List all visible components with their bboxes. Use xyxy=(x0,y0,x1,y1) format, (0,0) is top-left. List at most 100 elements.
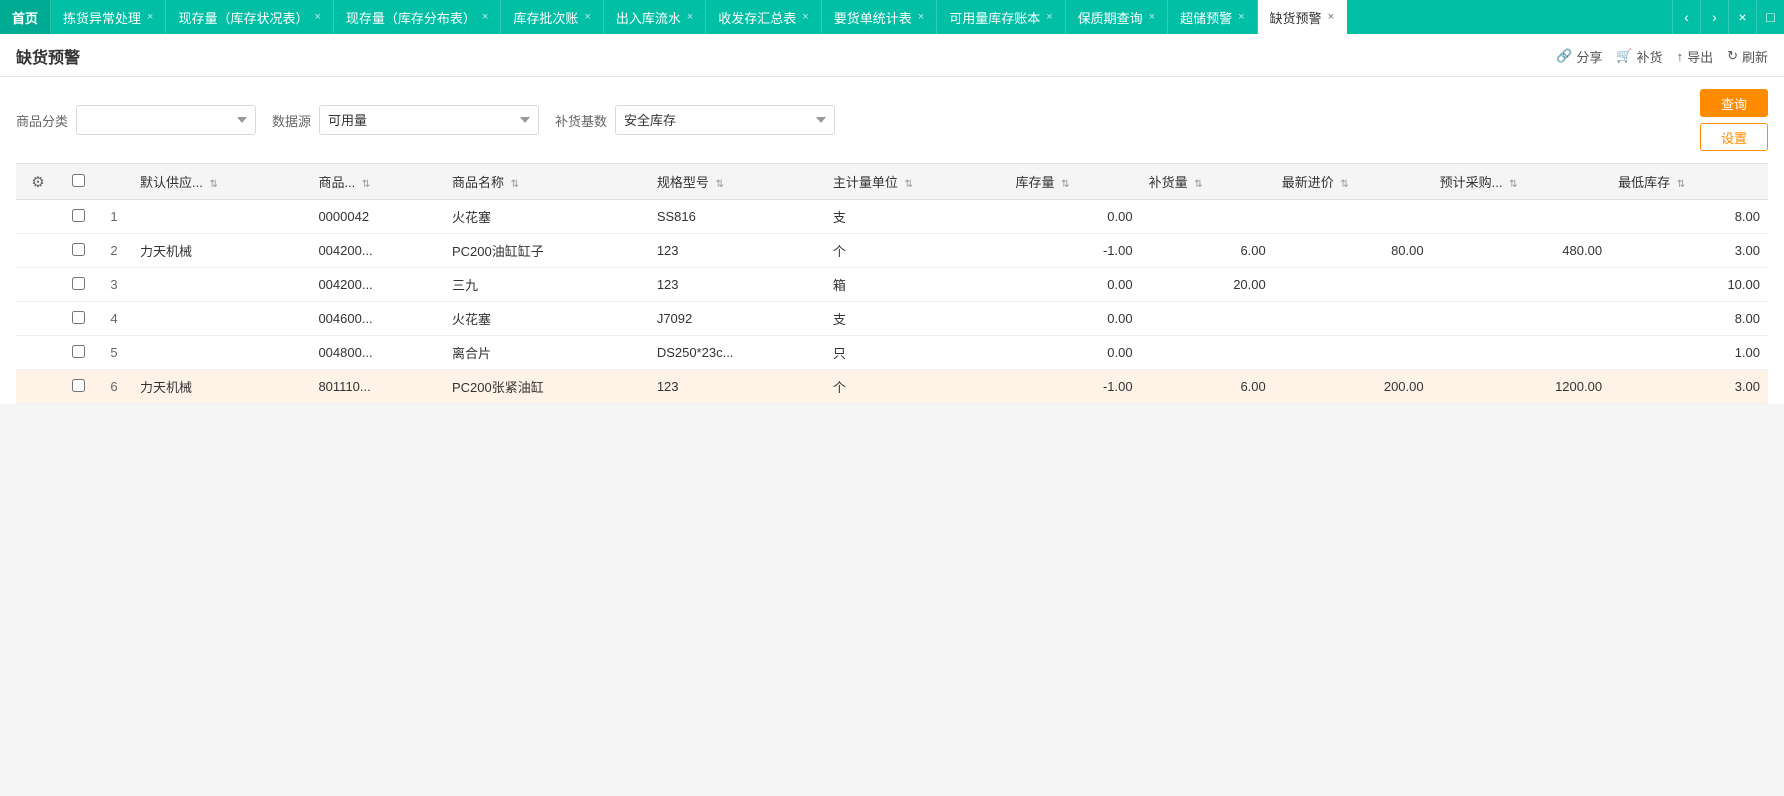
cell-stock: -1.00 xyxy=(1007,370,1140,404)
cell-est-purchase xyxy=(1432,268,1610,302)
row-checkbox[interactable] xyxy=(72,311,85,324)
tab-expiry[interactable]: 保质期查询 × xyxy=(1066,0,1168,34)
category-select[interactable] xyxy=(76,105,256,135)
sort-icon: ⇅ xyxy=(1061,179,1069,190)
close-icon[interactable]: × xyxy=(147,11,153,23)
nav-close-button[interactable]: × xyxy=(1728,0,1756,34)
tab-exception[interactable]: 拣货异常处理 × xyxy=(51,0,166,34)
cell-replenish: 6.00 xyxy=(1141,370,1274,404)
table-row: 5 004800... 离合片 DS250*23c... 只 0.00 1.00 xyxy=(16,336,1768,370)
sort-icon: ⇅ xyxy=(905,179,913,190)
data-table: ⚙ 默认供应... ⇅ 商品... ⇅ 商品名称 xyxy=(16,163,1768,404)
nav-controls: ‹ › × □ xyxy=(1672,0,1784,34)
sort-icon: ⇅ xyxy=(1194,179,1202,190)
replenish-basis-label: 补货基数 xyxy=(555,111,607,130)
table-body: 1 0000042 火花塞 SS816 支 0.00 8.00 2 力天机械 0… xyxy=(16,200,1768,404)
cell-name: 火花塞 xyxy=(444,200,649,234)
settings-button[interactable]: 设置 xyxy=(1700,123,1768,151)
tab-overstock[interactable]: 超储预警 × xyxy=(1168,0,1257,34)
close-icon[interactable]: × xyxy=(584,11,590,23)
table-row: 2 力天机械 004200... PC200油缸缸子 123 个 -1.00 6… xyxy=(16,234,1768,268)
header-actions: 🔗 分享 🛒 补货 ↑ 导出 ↻ 刷新 xyxy=(1556,47,1768,66)
cell-settings xyxy=(16,370,60,404)
row-checkbox[interactable] xyxy=(72,243,85,256)
replenish-basis-select[interactable]: 安全库存 xyxy=(615,105,835,135)
query-button[interactable]: 查询 xyxy=(1700,89,1768,117)
cell-est-purchase xyxy=(1432,302,1610,336)
cell-code: 004800... xyxy=(310,336,444,370)
export-button[interactable]: ↑ 导出 xyxy=(1677,47,1714,66)
tab-inventory-status[interactable]: 现存量（库存状况表） × xyxy=(166,0,333,34)
cell-name: 离合片 xyxy=(444,336,649,370)
cell-latest-price xyxy=(1274,336,1432,370)
cell-check xyxy=(60,268,96,302)
close-icon[interactable]: × xyxy=(314,11,320,23)
cell-est-purchase xyxy=(1432,336,1610,370)
close-icon[interactable]: × xyxy=(1328,11,1334,23)
nav-prev-button[interactable]: ‹ xyxy=(1672,0,1700,34)
nav-next-button[interactable]: › xyxy=(1700,0,1728,34)
tab-inventory-dist[interactable]: 现存量（库存分布表） × xyxy=(334,0,501,34)
cell-stock: -1.00 xyxy=(1007,234,1140,268)
tab-flow[interactable]: 出入库流水 × xyxy=(604,0,706,34)
gear-icon[interactable]: ⚙ xyxy=(24,173,52,191)
cell-name: PC200油缸缸子 xyxy=(444,234,649,268)
tab-batch-account[interactable]: 库存批次账 × xyxy=(501,0,603,34)
cell-est-purchase: 1200.00 xyxy=(1432,370,1610,404)
share-button[interactable]: 🔗 分享 xyxy=(1556,47,1602,66)
tab-home[interactable]: 首页 xyxy=(0,0,51,34)
cell-code: 004200... xyxy=(310,268,444,302)
cell-latest-price xyxy=(1274,200,1432,234)
cell-seq: 2 xyxy=(96,234,132,268)
tab-shortage[interactable]: 缺货预警 × xyxy=(1258,0,1347,34)
refresh-button[interactable]: ↻ 刷新 xyxy=(1727,47,1768,66)
cell-check xyxy=(60,234,96,268)
cell-replenish: 6.00 xyxy=(1141,234,1274,268)
filter-group-datasource: 数据源 可用量 xyxy=(272,105,539,135)
sort-icon: ⇅ xyxy=(209,179,217,190)
cell-name: 三九 xyxy=(444,268,649,302)
cell-spec: 123 xyxy=(649,234,825,268)
cell-unit: 箱 xyxy=(825,268,1008,302)
table-row: 1 0000042 火花塞 SS816 支 0.00 8.00 xyxy=(16,200,1768,234)
table-row: 6 力天机械 801110... PC200张紧油缸 123 个 -1.00 6… xyxy=(16,370,1768,404)
close-icon[interactable]: × xyxy=(918,11,924,23)
close-icon[interactable]: × xyxy=(1149,11,1155,23)
row-checkbox[interactable] xyxy=(72,379,85,392)
cell-code: 004200... xyxy=(310,234,444,268)
filter-group-replenish-basis: 补货基数 安全库存 xyxy=(555,105,835,135)
cell-supplier xyxy=(132,302,310,336)
table-row: 3 004200... 三九 123 箱 0.00 20.00 10.00 xyxy=(16,268,1768,302)
row-checkbox[interactable] xyxy=(72,209,85,222)
cell-settings xyxy=(16,302,60,336)
cell-spec: DS250*23c... xyxy=(649,336,825,370)
cell-unit: 只 xyxy=(825,336,1008,370)
cell-settings xyxy=(16,200,60,234)
close-icon[interactable]: × xyxy=(802,11,808,23)
page-content: 缺货预警 🔗 分享 🛒 补货 ↑ 导出 ↻ 刷新 商品分类 xyxy=(0,34,1784,404)
cell-min-stock: 8.00 xyxy=(1610,302,1768,336)
cell-check xyxy=(60,302,96,336)
table-header-row: ⚙ 默认供应... ⇅ 商品... ⇅ 商品名称 xyxy=(16,164,1768,200)
cell-code: 0000042 xyxy=(310,200,444,234)
tab-collection[interactable]: 收发存汇总表 × xyxy=(706,0,821,34)
cell-supplier: 力天机械 xyxy=(132,234,310,268)
tab-order-stat[interactable]: 要货单统计表 × xyxy=(822,0,937,34)
close-icon[interactable]: × xyxy=(482,11,488,23)
row-checkbox[interactable] xyxy=(72,277,85,290)
close-icon[interactable]: × xyxy=(1046,11,1052,23)
cell-min-stock: 1.00 xyxy=(1610,336,1768,370)
filter-group-category: 商品分类 xyxy=(16,105,256,135)
cell-seq: 3 xyxy=(96,268,132,302)
replenish-button[interactable]: 🛒 补货 xyxy=(1616,47,1662,66)
close-icon[interactable]: × xyxy=(1238,11,1244,23)
col-unit: 主计量单位 ⇅ xyxy=(825,164,1008,200)
col-latest-price: 最新进价 ⇅ xyxy=(1274,164,1432,200)
close-icon[interactable]: × xyxy=(687,11,693,23)
cell-code: 004600... xyxy=(310,302,444,336)
select-all-checkbox[interactable] xyxy=(72,174,85,187)
tab-available[interactable]: 可用量库存账本 × xyxy=(937,0,1065,34)
datasource-select[interactable]: 可用量 xyxy=(319,105,539,135)
row-checkbox[interactable] xyxy=(72,345,85,358)
nav-maximize-button[interactable]: □ xyxy=(1756,0,1784,34)
